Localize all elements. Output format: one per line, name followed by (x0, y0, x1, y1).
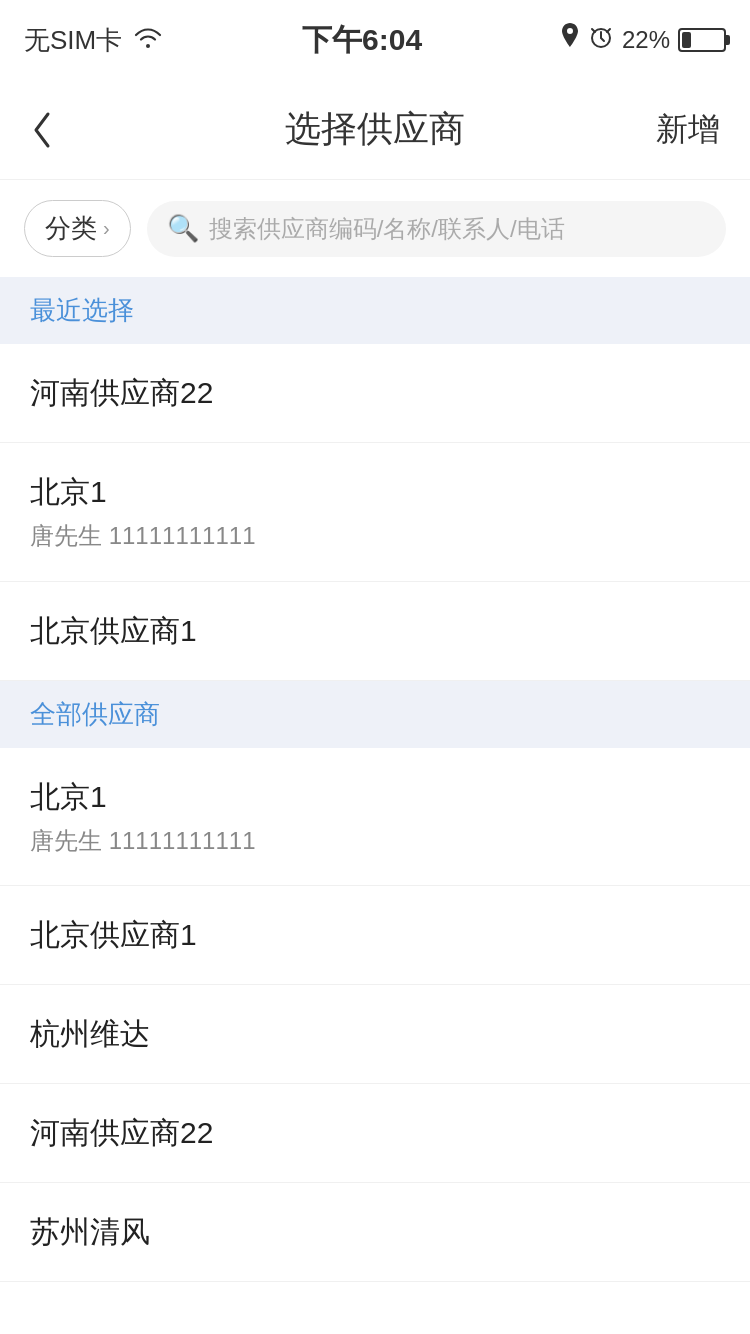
all-list: 北京1 唐先生 11111111111 北京供应商1 杭州维达河南供应商22 苏州清风 (0, 748, 750, 1283)
supplier-name: 苏州清风 (30, 1211, 720, 1253)
list-item[interactable]: 北京1 唐先生 11111111111 (0, 748, 750, 887)
search-box[interactable]: 🔍 搜索供应商编码/名称/联系人/电话 (147, 201, 726, 257)
supplier-name: 北京1 (30, 776, 720, 818)
carrier-label: 无SIM卡 (24, 23, 122, 58)
location-icon (560, 23, 580, 57)
status-bar: 无SIM卡 下午6:04 22% (0, 0, 750, 80)
category-button[interactable]: 分类 › (24, 200, 131, 257)
recent-section-header: 最近选择 (0, 277, 750, 344)
all-section-header: 全部供应商 (0, 681, 750, 748)
search-placeholder: 搜索供应商编码/名称/联系人/电话 (209, 213, 565, 245)
status-right: 22% (560, 23, 726, 57)
recent-list: 河南供应商22 北京1 唐先生 11111111111 北京供应商1 (0, 344, 750, 681)
list-item[interactable]: 杭州维达 (0, 985, 750, 1084)
supplier-sub: 唐先生 11111111111 (30, 519, 720, 553)
battery-icon (678, 28, 726, 52)
back-button[interactable] (30, 110, 110, 150)
supplier-name: 河南供应商22 (30, 372, 720, 414)
supplier-name: 北京1 (30, 471, 720, 513)
battery-percentage: 22% (622, 26, 670, 54)
search-icon: 🔍 (167, 213, 199, 244)
filter-bar: 分类 › 🔍 搜索供应商编码/名称/联系人/电话 (0, 180, 750, 277)
status-left: 无SIM卡 (24, 23, 164, 58)
chevron-right-icon: › (103, 217, 110, 240)
list-item[interactable]: 河南供应商22 (0, 1084, 750, 1183)
supplier-name: 杭州维达 (30, 1013, 720, 1055)
supplier-name: 河南供应商22 (30, 1112, 720, 1154)
list-item[interactable]: 苏州清风 (0, 1183, 750, 1282)
category-label: 分类 (45, 211, 97, 246)
list-item[interactable]: 北京供应商1 (0, 886, 750, 985)
status-time: 下午6:04 (302, 20, 422, 61)
list-item[interactable]: 北京1 唐先生 11111111111 (0, 443, 750, 582)
wifi-icon (132, 25, 164, 56)
list-item[interactable]: 河南供应商22 (0, 344, 750, 443)
list-item[interactable]: 北京供应商1 (0, 582, 750, 681)
page-title: 选择供应商 (110, 105, 640, 154)
nav-bar: 选择供应商 新增 (0, 80, 750, 180)
supplier-name: 北京供应商1 (30, 914, 720, 956)
alarm-icon (588, 24, 614, 56)
supplier-sub: 唐先生 11111111111 (30, 824, 720, 858)
add-button[interactable]: 新增 (640, 108, 720, 152)
supplier-name: 北京供应商1 (30, 610, 720, 652)
